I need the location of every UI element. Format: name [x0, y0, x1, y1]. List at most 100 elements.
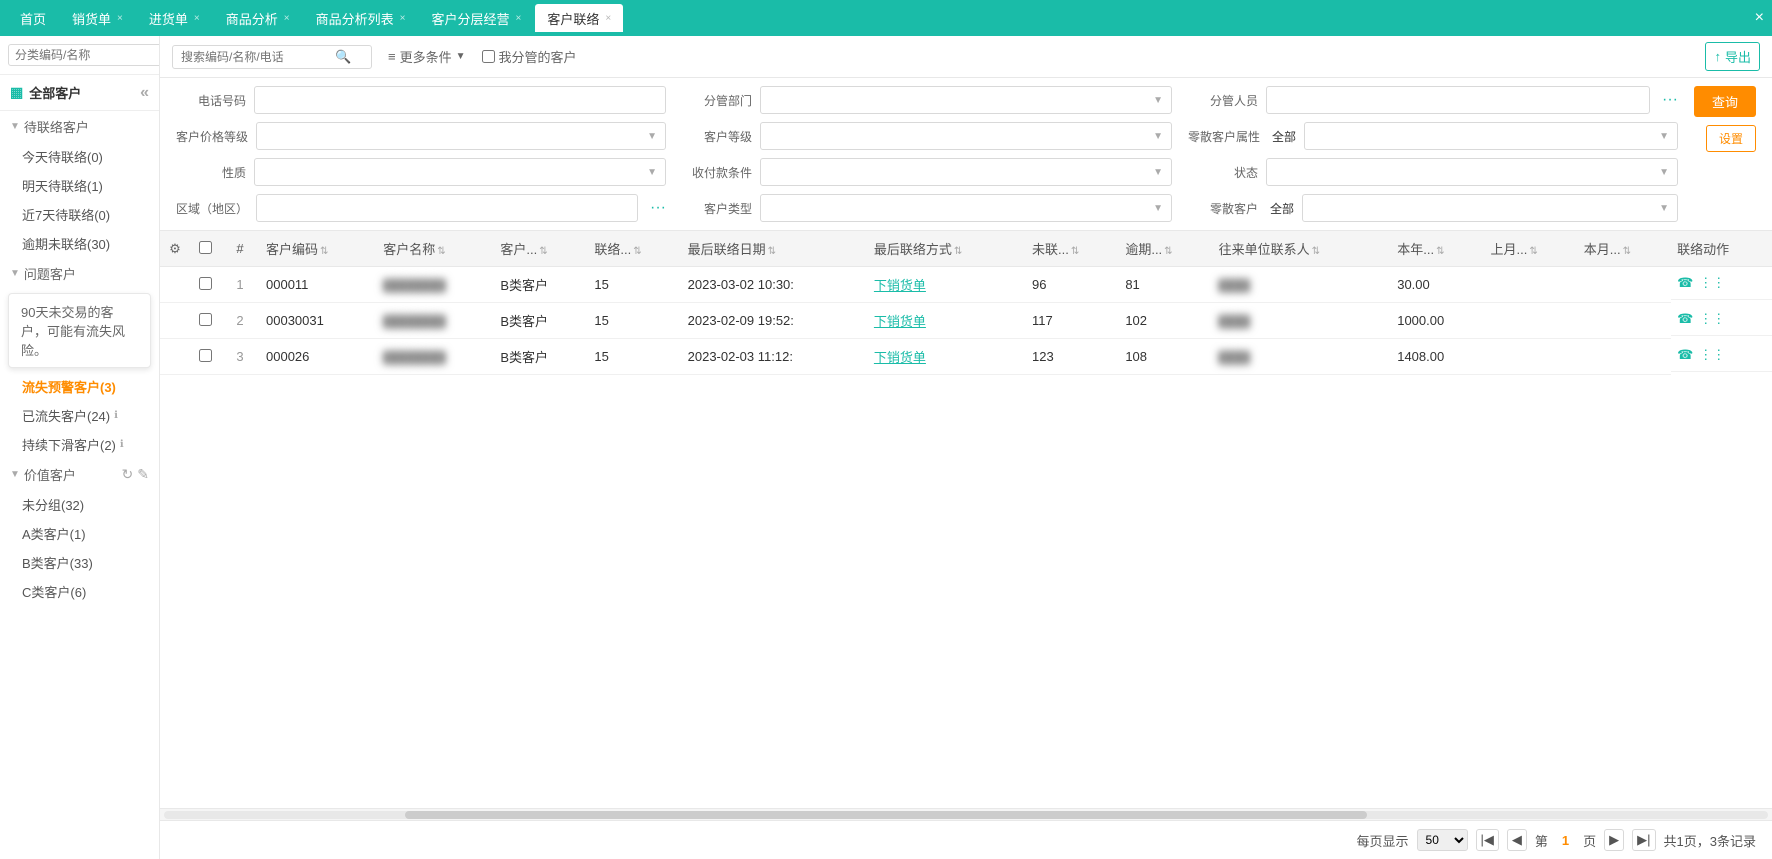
- tab-home[interactable]: 首页: [8, 4, 58, 32]
- col-overdue[interactable]: 逾期...⇅: [1119, 231, 1212, 267]
- close-icon[interactable]: ×: [515, 13, 521, 24]
- search-icon[interactable]: 🔍: [335, 49, 351, 65]
- row-last-month: [1485, 339, 1578, 375]
- close-icon[interactable]: ×: [400, 13, 406, 24]
- search-input[interactable]: [181, 50, 331, 64]
- sidebar-item-churn-warning[interactable]: 流失预警客户(3): [0, 372, 159, 401]
- first-page-btn[interactable]: |◀: [1476, 829, 1499, 851]
- close-icon[interactable]: ×: [194, 13, 200, 24]
- col-name[interactable]: 客户名称⇅: [377, 231, 494, 267]
- payment-select[interactable]: ▼: [760, 158, 1172, 186]
- close-icon[interactable]: ×: [605, 13, 611, 24]
- more-action-icon[interactable]: ⋮⋮: [1699, 275, 1725, 291]
- col-last-month[interactable]: 上月...⇅: [1485, 231, 1578, 267]
- more-dots-icon[interactable]: ···: [650, 199, 666, 217]
- edit-icon[interactable]: ✎: [137, 466, 149, 483]
- horizontal-scrollbar[interactable]: [160, 808, 1772, 820]
- sidebar-group-problem[interactable]: ▼ 问题客户: [0, 258, 159, 289]
- row-select-checkbox[interactable]: [199, 349, 212, 362]
- row-checkbox[interactable]: [190, 303, 220, 339]
- tab-purchase[interactable]: 进货单 ×: [137, 4, 212, 32]
- last-page-btn[interactable]: ▶|: [1632, 829, 1655, 851]
- more-conditions-btn[interactable]: ≡ 更多条件 ▼: [380, 43, 474, 70]
- row-last-way[interactable]: 下销货单: [868, 339, 1026, 375]
- tab-customer-contact[interactable]: 客户联络 ×: [535, 4, 623, 32]
- col-code[interactable]: 客户编码⇅: [260, 231, 377, 267]
- sidebar-item-week[interactable]: 近7天待联络(0): [0, 200, 159, 229]
- phone-input[interactable]: [254, 86, 666, 114]
- tab-sales[interactable]: 销货单 ×: [60, 4, 135, 32]
- row-last-way[interactable]: 下销货单: [868, 267, 1026, 303]
- refresh-icon[interactable]: ↻: [122, 466, 134, 483]
- next-page-btn[interactable]: ▶: [1604, 829, 1624, 851]
- mine-checkbox[interactable]: [482, 50, 495, 63]
- col-type[interactable]: 客户...⇅: [494, 231, 588, 267]
- tab-customer-tier[interactable]: 客户分层经营 ×: [419, 4, 533, 32]
- close-icon[interactable]: ×: [284, 13, 290, 24]
- col-this-month[interactable]: 本月...⇅: [1578, 231, 1671, 267]
- sort-icon: ⇅: [320, 246, 328, 257]
- more-dots-icon[interactable]: ···: [1662, 91, 1678, 109]
- per-page-select[interactable]: 50 100: [1417, 829, 1468, 851]
- contact-icon[interactable]: ☎: [1677, 311, 1693, 327]
- sidebar-item-overdue[interactable]: 逾期未联络(30): [0, 229, 159, 258]
- sidebar-item-tomorrow[interactable]: 明天待联络(1): [0, 171, 159, 200]
- zero-attr-select[interactable]: ▼: [1304, 122, 1678, 150]
- manager-select[interactable]: [1266, 86, 1650, 114]
- sidebar-item-today[interactable]: 今天待联络(0): [0, 142, 159, 171]
- status-select[interactable]: ▼: [1266, 158, 1678, 186]
- select-all-checkbox[interactable]: [199, 241, 212, 254]
- more-action-icon[interactable]: ⋮⋮: [1699, 347, 1725, 363]
- col-unit-contact[interactable]: 往来单位联系人⇅: [1213, 231, 1392, 267]
- contact-icon[interactable]: ☎: [1677, 347, 1693, 363]
- mine-filter[interactable]: 我分管的客户: [482, 47, 577, 66]
- col-last-way[interactable]: 最后联络方式⇅: [868, 231, 1026, 267]
- row-action[interactable]: ☎ ⋮⋮: [1671, 267, 1772, 300]
- sidebar-item-b-class[interactable]: B类客户(33): [0, 548, 159, 577]
- row-action[interactable]: ☎ ⋮⋮: [1671, 339, 1772, 372]
- row-last-way[interactable]: 下销货单: [868, 303, 1026, 339]
- sidebar-item-c-class[interactable]: C类客户(6): [0, 577, 159, 606]
- col-contact[interactable]: 联络...⇅: [588, 231, 681, 267]
- sidebar-search-input[interactable]: [8, 44, 160, 66]
- sidebar: 🔍 ▦ 全部客户 « ▼ 待联络客户 今天待联络(0) 明天待联络(1) 近7天…: [0, 36, 160, 859]
- col-not-contact[interactable]: 未联...⇅: [1026, 231, 1119, 267]
- customer-level-select[interactable]: ▼: [760, 122, 1172, 150]
- sidebar-item-ungrouped[interactable]: 未分组(32): [0, 490, 159, 519]
- row-select-checkbox[interactable]: [199, 313, 212, 326]
- prev-page-btn[interactable]: ◀: [1507, 829, 1527, 851]
- sidebar-item-declining[interactable]: 持续下滑客户(2) ℹ: [0, 430, 159, 459]
- region-select[interactable]: [256, 194, 638, 222]
- query-button[interactable]: 查询: [1694, 86, 1756, 117]
- tab-analysis[interactable]: 商品分析 ×: [214, 4, 302, 32]
- scrollbar-thumb[interactable]: [405, 811, 1367, 819]
- close-icon[interactable]: ×: [117, 13, 123, 24]
- col-this-year[interactable]: 本年...⇅: [1391, 231, 1484, 267]
- row-action[interactable]: ☎ ⋮⋮: [1671, 303, 1772, 336]
- tab-analysis-list[interactable]: 商品分析列表 ×: [304, 4, 418, 32]
- gender-select[interactable]: ▼: [254, 158, 666, 186]
- sidebar-search-container: 🔍: [0, 36, 159, 75]
- more-action-icon[interactable]: ⋮⋮: [1699, 311, 1725, 327]
- sidebar-item-churned[interactable]: 已流失客户(24) ℹ: [0, 401, 159, 430]
- window-close-icon[interactable]: ×: [1755, 9, 1764, 27]
- dept-select[interactable]: ▼: [760, 86, 1172, 114]
- row-select-checkbox[interactable]: [199, 277, 212, 290]
- row-checkbox[interactable]: [190, 339, 220, 375]
- price-level-select[interactable]: ▼: [256, 122, 666, 150]
- collapse-icon[interactable]: «: [140, 84, 149, 102]
- sidebar-item-a-class[interactable]: A类客户(1): [0, 519, 159, 548]
- col-checkbox[interactable]: [190, 231, 220, 267]
- col-settings[interactable]: ⚙: [160, 231, 190, 267]
- settings-button[interactable]: 设置: [1706, 125, 1756, 152]
- customer-type-select[interactable]: ▼: [760, 194, 1172, 222]
- row-checkbox[interactable]: [190, 267, 220, 303]
- export-button[interactable]: ↑ 导出: [1705, 42, 1760, 71]
- contact-icon[interactable]: ☎: [1677, 275, 1693, 291]
- sidebar-all-customers[interactable]: ▦ 全部客户 «: [0, 75, 159, 111]
- sidebar-group-value[interactable]: ▼ 价值客户 ↻ ✎: [0, 459, 159, 490]
- row-not-contact: 117: [1026, 303, 1119, 339]
- col-last-date[interactable]: 最后联络日期⇅: [682, 231, 868, 267]
- sidebar-group-pending[interactable]: ▼ 待联络客户: [0, 111, 159, 142]
- zero-customer-select[interactable]: ▼: [1302, 194, 1678, 222]
